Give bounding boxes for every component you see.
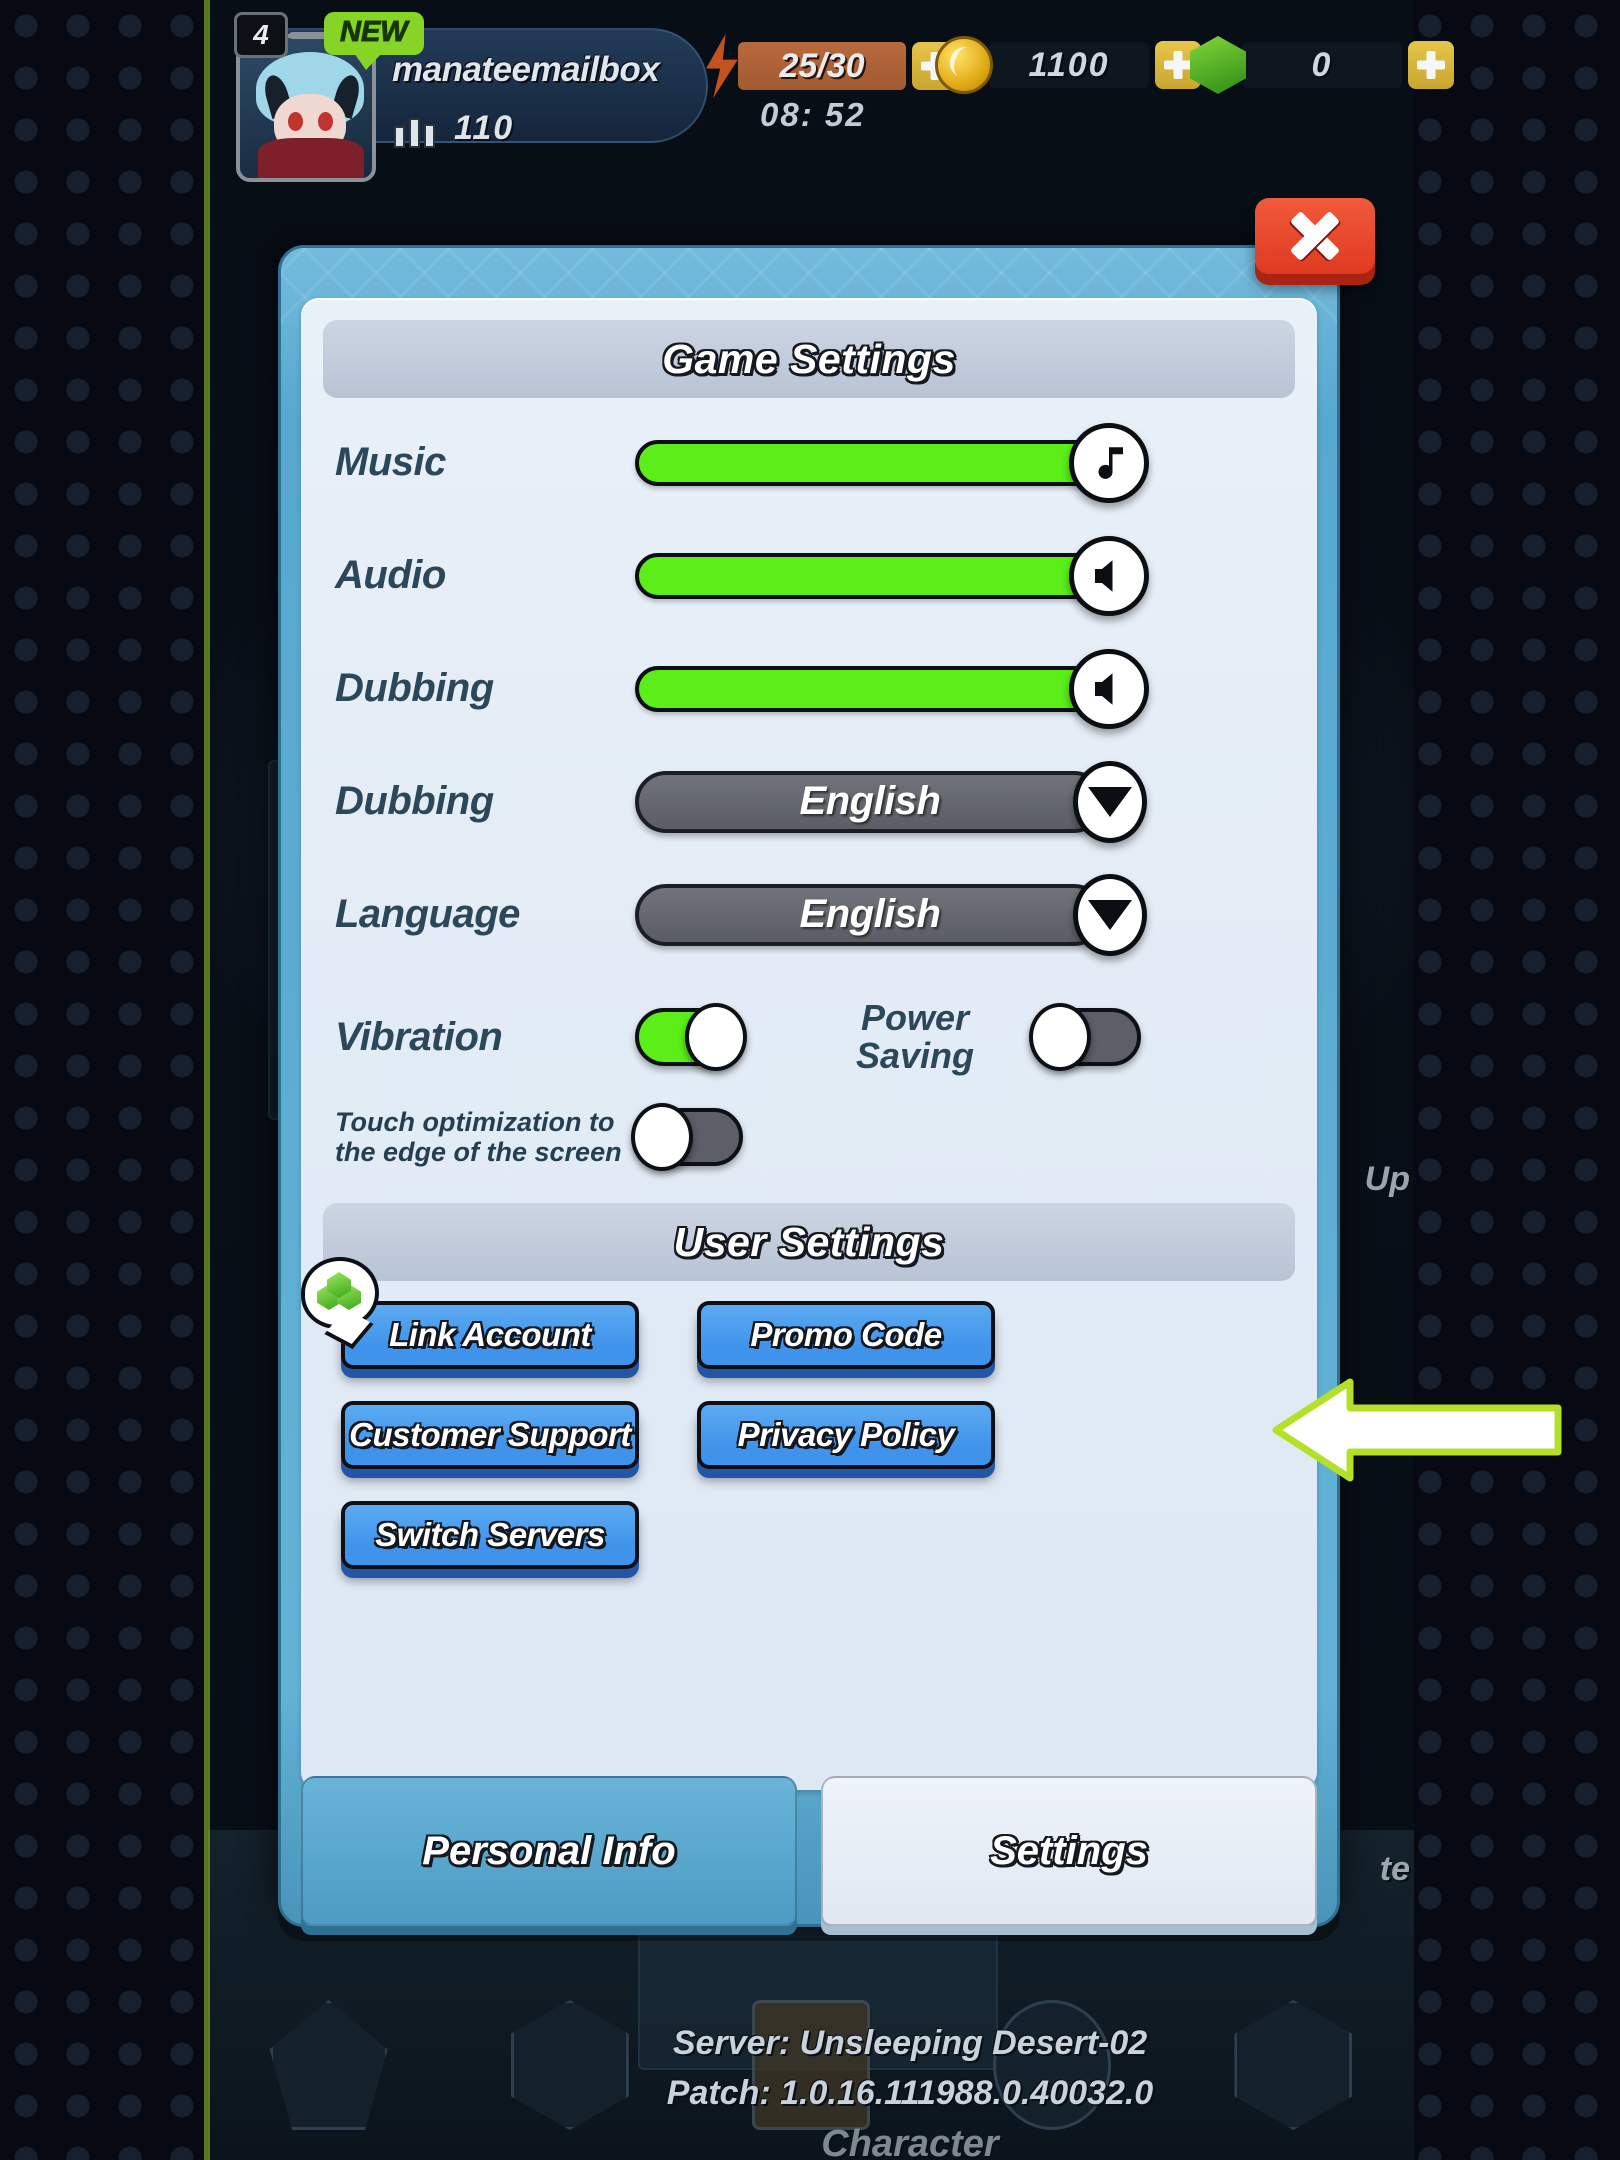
power-saving-toggle[interactable]: [1029, 1003, 1141, 1071]
customer-support-button[interactable]: Customer Support: [341, 1401, 639, 1469]
close-button[interactable]: [1255, 198, 1375, 274]
row-label-dubbing-volume: Dubbing: [335, 666, 494, 710]
coin-value: 1100: [989, 42, 1149, 88]
vibration-toggle[interactable]: [635, 1003, 747, 1071]
row-label-audio: Audio: [335, 553, 446, 597]
audio-volume-slider[interactable]: [635, 535, 1149, 616]
chevron-down-icon[interactable]: [1073, 760, 1147, 843]
screen-edge-highlight: [204, 0, 210, 2160]
user-settings-title: User Settings: [673, 1218, 945, 1265]
touch-optimization-toggle[interactable]: [631, 1103, 743, 1171]
customer-support-label: Customer Support: [349, 1416, 631, 1453]
tab-personal-info[interactable]: Personal Info: [301, 1776, 797, 1926]
setting-row-audio: Audio: [335, 519, 1283, 632]
background-label-up: Up: [1364, 1160, 1410, 1198]
toggle-knob: [631, 1103, 693, 1171]
gem-badge-icon: [301, 1257, 379, 1329]
row-label-music: Music: [335, 440, 446, 484]
settings-rows: Music Audio Dubbing Dubbing English Lang…: [301, 398, 1317, 1185]
switch-servers-label: Switch Servers: [375, 1516, 605, 1553]
gem-icon: [1190, 36, 1246, 94]
power-saving-line2: Saving: [855, 1035, 975, 1076]
row-label-touch-optimization: Touch optimization to the edge of the sc…: [335, 1107, 635, 1167]
button-row-1: Link Account Promo Code: [301, 1257, 1277, 1369]
touch-opt-line1: Touch optimization to: [335, 1106, 615, 1137]
player-level-badge: 4: [234, 12, 288, 58]
avatar-eye-right: [318, 112, 333, 131]
link-account-button[interactable]: Link Account: [301, 1257, 639, 1369]
row-label-vibration: Vibration: [335, 1014, 503, 1059]
link-account-label: Link Account: [389, 1316, 591, 1353]
row-label-power-saving: Power Saving: [815, 999, 1015, 1075]
coin-icon: [935, 36, 993, 94]
button-row-3: Switch Servers: [341, 1501, 1277, 1569]
setting-row-language: Language English: [335, 858, 1283, 971]
setting-row-music: Music: [335, 406, 1283, 519]
gem-value: 0: [1242, 42, 1402, 88]
power-saving-line1: Power: [860, 997, 970, 1039]
guild-icon: [394, 108, 438, 148]
energy-timer: 08: 52: [760, 96, 866, 133]
tab-personal-info-label: Personal Info: [422, 1828, 676, 1873]
left-pointing-arrow: [1272, 1378, 1562, 1482]
settings-panel: Game Settings Music Audio Dubbing Dubbin…: [301, 298, 1317, 1790]
promo-code-label: Promo Code: [750, 1316, 942, 1353]
top-hud: 4 NEW manateemailbox 110 25/30 08: 52 11…: [0, 0, 1620, 182]
coin-counter: 1100: [935, 36, 1201, 94]
guild-points-row: 110: [394, 108, 514, 148]
language-dropdown[interactable]: English: [635, 873, 1147, 956]
dubbing-language-value: English: [799, 779, 941, 823]
language-value: English: [799, 892, 941, 936]
energy-counter: 25/30: [700, 34, 958, 98]
chevron-down-icon[interactable]: [1073, 873, 1147, 956]
avatar-eye-left: [288, 112, 303, 131]
close-icon: [1289, 210, 1341, 262]
row-label-dubbing-language: Dubbing: [335, 779, 494, 823]
speaker-icon[interactable]: [1069, 535, 1149, 616]
patch-version: Patch: 1.0.16.111988.0.40032.0: [666, 2073, 1154, 2112]
dubbing-volume-slider[interactable]: [635, 648, 1149, 729]
nav-item-1[interactable]: [208, 1970, 449, 2160]
guild-points-value: 110: [454, 108, 515, 147]
new-badge: NEW: [324, 12, 424, 70]
game-screen: Up te Character Server: Unsleeping Deser…: [0, 0, 1620, 2160]
tab-settings-label: Settings: [990, 1828, 1148, 1873]
toggle-knob: [685, 1003, 747, 1071]
button-row-2: Customer Support Privacy Policy: [341, 1401, 1277, 1469]
dubbing-language-dropdown[interactable]: English: [635, 760, 1147, 843]
tab-settings[interactable]: Settings: [821, 1776, 1317, 1926]
gem-counter: 0: [1190, 36, 1454, 94]
level-connector: [289, 32, 327, 39]
music-note-icon[interactable]: [1069, 422, 1149, 503]
player-name: manateemailbox: [392, 50, 660, 89]
speaker-icon[interactable]: [1069, 648, 1149, 729]
music-volume-slider[interactable]: [635, 422, 1149, 503]
gem-add-button[interactable]: [1408, 41, 1454, 89]
settings-dialog: Game Settings Music Audio Dubbing Dubbin…: [278, 245, 1340, 1927]
touch-opt-line2: the edge of the screen: [335, 1137, 622, 1167]
row-label-language: Language: [335, 892, 520, 936]
toggle-knob: [1029, 1003, 1091, 1071]
switch-servers-button[interactable]: Switch Servers: [341, 1501, 639, 1569]
character-nav-label: Character: [821, 2123, 999, 2160]
privacy-policy-label: Privacy Policy: [737, 1416, 955, 1453]
setting-row-vibration-power: Vibration Power Saving: [335, 985, 1283, 1089]
promo-code-button[interactable]: Promo Code: [697, 1301, 995, 1369]
avatar-body: [258, 138, 364, 178]
game-settings-header: Game Settings: [323, 320, 1295, 398]
server-name: Server: Unsleeping Desert-02: [672, 2024, 1148, 2063]
dialog-tabs: Personal Info Settings: [301, 1776, 1317, 1926]
pentagon-icon: [269, 2000, 388, 2130]
setting-row-dubbing-volume: Dubbing: [335, 632, 1283, 745]
server-info: Server: Unsleeping Desert-02 Patch: 1.0.…: [600, 2019, 1220, 2118]
hexagon-icon: [1234, 2000, 1353, 2130]
user-settings-buttons: Link Account Promo Code Customer Support…: [301, 1257, 1317, 1569]
background-label-te: te: [1379, 1850, 1410, 1888]
setting-row-touch-optimization: Touch optimization to the edge of the sc…: [335, 1089, 1283, 1185]
user-settings-header: User Settings: [323, 1203, 1295, 1281]
setting-row-dubbing-language: Dubbing English: [335, 745, 1283, 858]
game-settings-title: Game Settings: [662, 335, 956, 382]
privacy-policy-button[interactable]: Privacy Policy: [697, 1401, 995, 1469]
energy-value: 25/30: [738, 42, 906, 90]
